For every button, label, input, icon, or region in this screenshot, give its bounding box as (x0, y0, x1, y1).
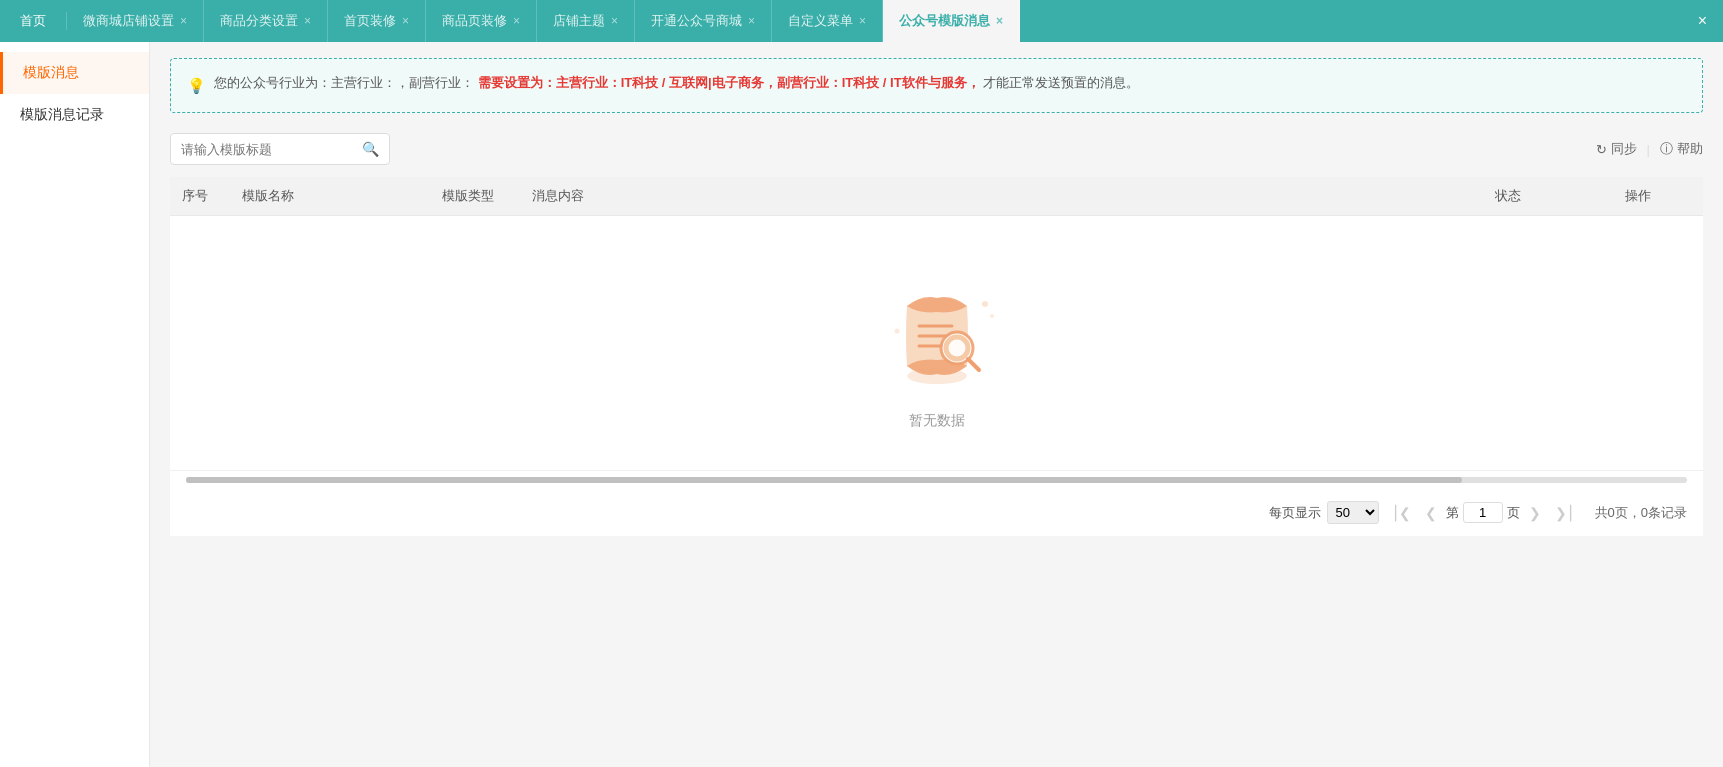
sync-button[interactable]: ↻ 同步 (1596, 140, 1637, 158)
notice-text: 您的公众号行业为：主营行业：，副营行业： 需要设置为：主营行业：IT科技 / 互… (214, 73, 1139, 94)
sidebar-item-label-0: 模版消息 (23, 64, 79, 80)
col-action: 操作 (1613, 177, 1703, 216)
scrollbar-area (170, 470, 1703, 489)
sidebar-item-template-msg-log[interactable]: 模版消息记录 (0, 94, 149, 136)
tab-product-decor[interactable]: 商品页装修 × (426, 0, 537, 42)
notice-banner: 💡 您的公众号行业为：主营行业：，副营行业： 需要设置为：主营行业：IT科技 /… (170, 58, 1703, 113)
main-layout: 模版消息 模版消息记录 💡 您的公众号行业为：主营行业：，副营行业： 需要设置为… (0, 42, 1723, 767)
tab-label-2: 商品分类设置 (220, 12, 298, 30)
tab-close-7[interactable]: × (859, 14, 866, 28)
col-name: 模版名称 (230, 177, 430, 216)
svg-point-8 (990, 314, 994, 318)
search-actions: ↻ 同步 | ⓘ 帮助 (1596, 140, 1703, 158)
sidebar-item-label-1: 模版消息记录 (20, 106, 104, 122)
svg-point-7 (982, 301, 988, 307)
page-size-section: 每页显示 50 20 100 (1269, 501, 1379, 524)
page-label: 第 (1446, 504, 1459, 522)
empty-state: 暂无数据 (170, 216, 1703, 470)
tab-label-3: 首页装修 (344, 12, 396, 30)
next-page-button[interactable]: ❯ (1524, 503, 1546, 523)
data-table: 序号 模版名称 模版类型 消息内容 状态 操作 (170, 177, 1703, 216)
tab-label-4: 商品页装修 (442, 12, 507, 30)
tab-label-7: 自定义菜单 (788, 12, 853, 30)
svg-point-9 (894, 329, 899, 334)
tab-label-6: 开通公众号商城 (651, 12, 742, 30)
tab-close-6[interactable]: × (748, 14, 755, 28)
tab-label-1: 微商城店铺设置 (83, 12, 174, 30)
search-input-wrap: 🔍 (170, 133, 390, 165)
tab-home[interactable]: 首页 (0, 12, 67, 30)
scrollbar-thumb[interactable] (186, 477, 1462, 483)
sidebar: 模版消息 模版消息记录 (0, 42, 150, 767)
col-status: 状态 (1483, 177, 1613, 216)
divider: | (1647, 142, 1650, 157)
per-page-select[interactable]: 50 20 100 (1327, 501, 1379, 524)
col-type: 模版类型 (430, 177, 520, 216)
tab-close-8[interactable]: × (996, 14, 1003, 28)
notice-prefix: 您的公众号行业为：主营行业：，副营行业： (214, 75, 474, 90)
tab-home-decor[interactable]: 首页装修 × (328, 0, 426, 42)
close-all-tabs-button[interactable]: × (1682, 12, 1723, 30)
search-bar: 🔍 ↻ 同步 | ⓘ 帮助 (170, 133, 1703, 165)
last-page-button[interactable]: ❯⎮ (1550, 503, 1579, 523)
help-button[interactable]: ⓘ 帮助 (1660, 140, 1703, 158)
tab-close-4[interactable]: × (513, 14, 520, 28)
pagination: 每页显示 50 20 100 ⎮❮ ❮ 第 页 ❯ ❯⎮ 共0页，0条记录 (170, 489, 1703, 536)
empty-state-icon (877, 276, 997, 396)
sync-label: 同步 (1611, 140, 1637, 158)
notice-highlight: 需要设置为：主营行业：IT科技 / 互联网|电子商务，副营行业：IT科技 / I… (478, 75, 980, 90)
page-navigation: ⎮❮ ❮ 第 页 ❯ ❯⎮ (1387, 502, 1579, 523)
first-page-button[interactable]: ⎮❮ (1387, 503, 1416, 523)
page-unit: 页 (1507, 504, 1520, 522)
tab-label-5: 店铺主题 (553, 12, 605, 30)
tab-custom-menu[interactable]: 自定义菜单 × (772, 0, 883, 42)
tab-open-wechat-mall[interactable]: 开通公众号商城 × (635, 0, 772, 42)
help-icon: ⓘ (1660, 140, 1673, 158)
tab-category[interactable]: 商品分类设置 × (204, 0, 328, 42)
tab-wechat-store[interactable]: 微商城店铺设置 × (67, 0, 204, 42)
prev-page-button[interactable]: ❮ (1420, 503, 1442, 523)
notice-suffix: 才能正常发送预置的消息。 (983, 75, 1139, 90)
svg-line-6 (968, 359, 979, 370)
tab-bar: 首页 微商城店铺设置 × 商品分类设置 × 首页装修 × 商品页装修 × 店铺主… (0, 0, 1723, 42)
col-index: 序号 (170, 177, 230, 216)
search-input[interactable] (181, 142, 362, 157)
page-input[interactable] (1463, 502, 1503, 523)
content-area: 💡 您的公众号行业为：主营行业：，副营行业： 需要设置为：主营行业：IT科技 /… (150, 42, 1723, 767)
tab-store-theme[interactable]: 店铺主题 × (537, 0, 635, 42)
col-content: 消息内容 (520, 177, 1483, 216)
tab-close-1[interactable]: × (180, 14, 187, 28)
total-records-text: 共0页，0条记录 (1595, 504, 1687, 522)
tab-template-msg[interactable]: 公众号模版消息 × (883, 0, 1020, 42)
tab-close-5[interactable]: × (611, 14, 618, 28)
tab-close-2[interactable]: × (304, 14, 311, 28)
table-header-row: 序号 模版名称 模版类型 消息内容 状态 操作 (170, 177, 1703, 216)
tab-label-8: 公众号模版消息 (899, 12, 990, 30)
empty-text: 暂无数据 (909, 412, 965, 430)
sidebar-item-template-msg[interactable]: 模版消息 (0, 52, 149, 94)
notice-icon: 💡 (187, 74, 206, 98)
tab-home-label: 首页 (20, 13, 46, 28)
sync-icon: ↻ (1596, 142, 1607, 157)
tab-close-3[interactable]: × (402, 14, 409, 28)
search-button[interactable]: 🔍 (362, 141, 379, 157)
per-page-label: 每页显示 (1269, 504, 1321, 522)
help-label: 帮助 (1677, 140, 1703, 158)
scrollbar-track[interactable] (186, 477, 1687, 483)
